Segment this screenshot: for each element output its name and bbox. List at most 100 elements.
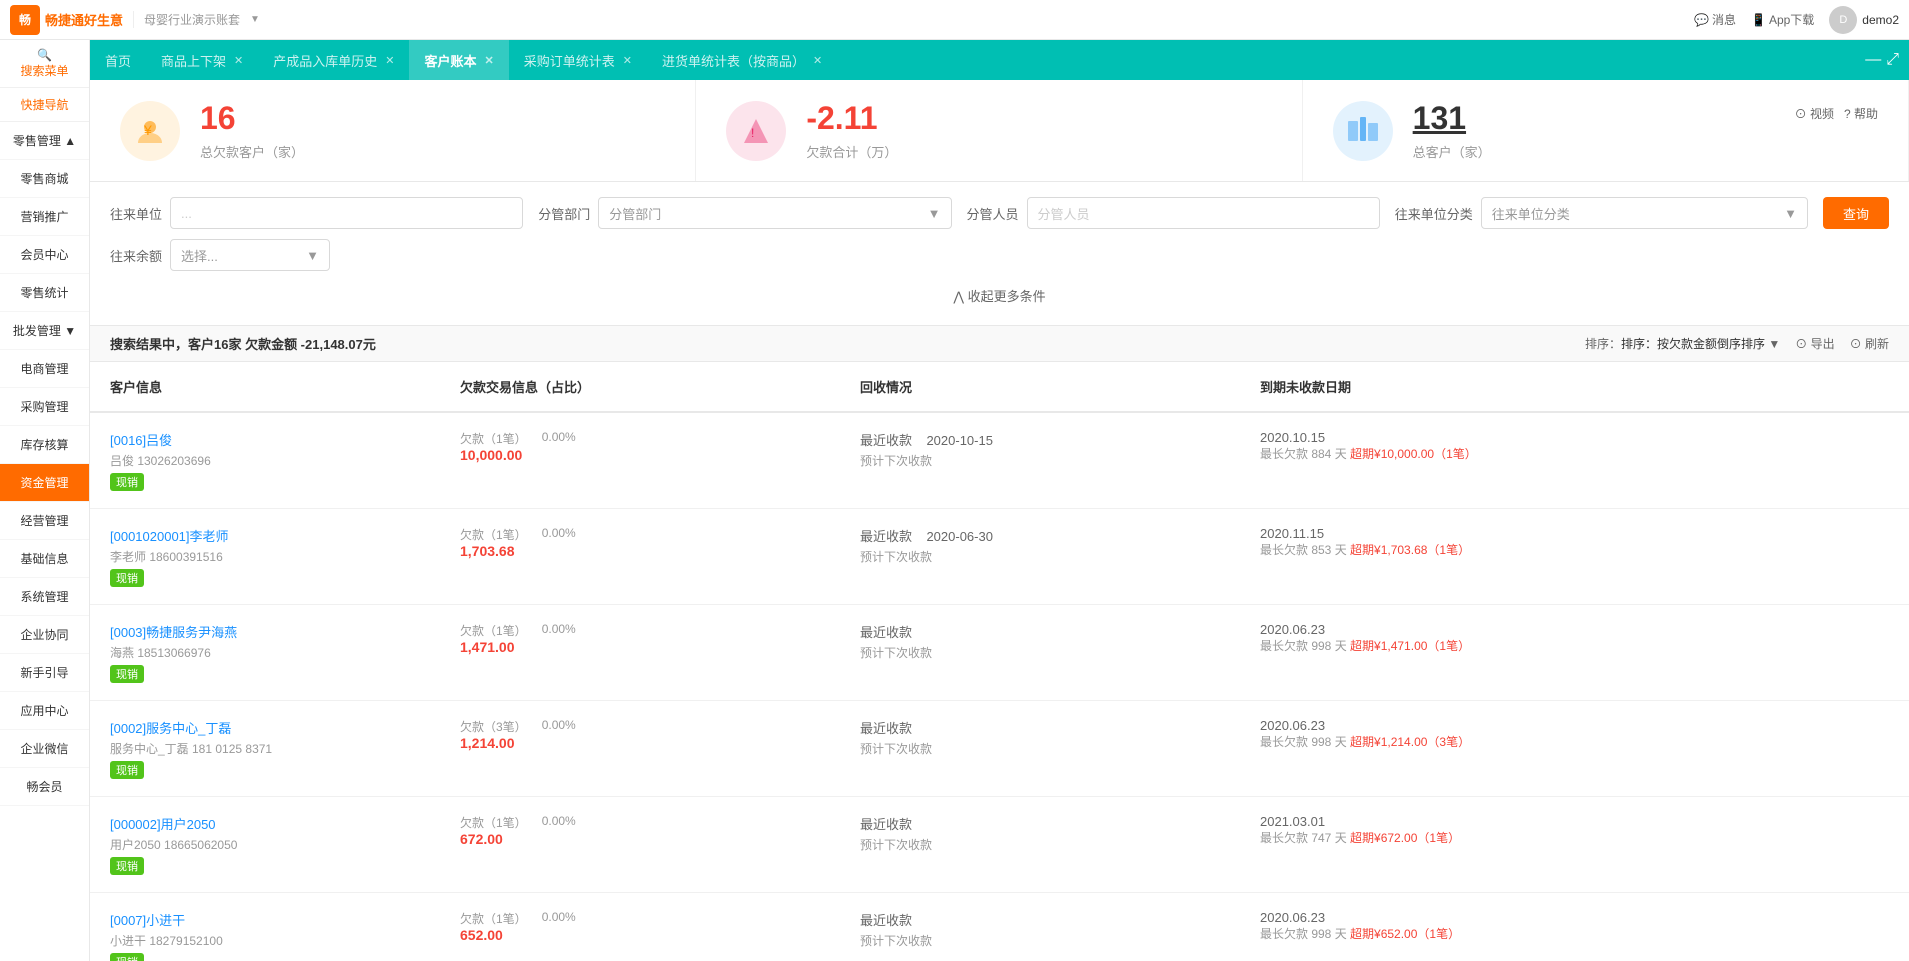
- tab-product-history-close[interactable]: ✕: [385, 54, 394, 67]
- svg-text:¥: ¥: [143, 122, 152, 138]
- tab-purchase-order[interactable]: 采购订单统计表 ✕: [509, 40, 647, 80]
- ecommerce-label: 电商管理: [20, 362, 68, 376]
- logo-area: 畅 畅捷通好生意: [10, 5, 123, 35]
- sidebar-item-app-center[interactable]: 应用中心: [0, 692, 89, 730]
- overdue-amount[interactable]: 超期¥652.00（1笔）: [1350, 927, 1460, 941]
- tab-product-shelf[interactable]: 商品上下架 ✕: [146, 40, 258, 80]
- filter-collapse-btn[interactable]: ⋀ 收起更多条件: [110, 281, 1889, 310]
- overdue-col: 2020.06.23 最长欠款 998 天 超期¥652.00（1笔）: [1260, 905, 1889, 961]
- partner-input[interactable]: ...: [170, 197, 523, 229]
- recover-date: 最近收款 2020-10-15: [860, 430, 1260, 449]
- debt-amount-val: 1,214.00: [460, 735, 527, 751]
- debt-customers-number: 16: [200, 100, 665, 137]
- tab-customer-account[interactable]: 客户账本 ✕: [409, 40, 508, 80]
- filter-item-partner: 往来单位 ...: [110, 197, 523, 229]
- quick-nav-btn[interactable]: 快捷导航: [0, 88, 89, 122]
- customer-name-link[interactable]: [0002]服务中心_丁磊: [110, 718, 460, 737]
- customer-info-col: [0007]小进干 小进干 18279152100 现销: [110, 905, 460, 961]
- message-btn[interactable]: 💬 消息: [1694, 11, 1736, 28]
- stat-card-actions: ⊙ 视频 ? 帮助: [1795, 100, 1878, 122]
- customer-phone: 李老师 18600391516: [110, 548, 460, 565]
- overdue-amount[interactable]: 超期¥1,214.00（3笔）: [1350, 735, 1470, 749]
- help-btn[interactable]: ? 帮助: [1844, 105, 1878, 122]
- overdue-col: 2020.10.15 最长欠款 884 天 超期¥10,000.00（1笔）: [1260, 425, 1889, 496]
- sidebar-item-basic-info[interactable]: 基础信息: [0, 540, 89, 578]
- tab-product-shelf-close[interactable]: ✕: [234, 54, 243, 67]
- sidebar-item-vip-member[interactable]: 畅会员: [0, 768, 89, 806]
- filter-area: 往来单位 ... 分管部门 分管部门 ▼ 分管人员: [90, 182, 1909, 326]
- partner-class-input[interactable]: 往来单位分类 ▼: [1481, 197, 1808, 229]
- new-guide-label: 新手引导: [20, 666, 68, 680]
- filter-item-partner-class: 往来单位分类 往来单位分类 ▼: [1395, 197, 1808, 229]
- sidebar-item-batch-mgmt[interactable]: 批发管理 ▼: [0, 312, 89, 350]
- purchase-mgmt-label: 采购管理: [20, 400, 68, 414]
- customer-name-link[interactable]: [000002]用户2050: [110, 814, 460, 833]
- sidebar-item-member[interactable]: 会员中心: [0, 236, 89, 274]
- user-avatar[interactable]: D demo2: [1829, 6, 1899, 34]
- search-menu-btn[interactable]: 🔍 搜索菜单: [0, 40, 89, 88]
- export-btn[interactable]: ⊙ 导出: [1795, 335, 1834, 352]
- refresh-btn[interactable]: ⊙ 刷新: [1850, 335, 1889, 352]
- debt-note: 欠款（1笔）: [460, 910, 527, 927]
- sidebar-item-enterprise-wechat[interactable]: 企业微信: [0, 730, 89, 768]
- customer-name-link[interactable]: [0003]畅捷服务尹海燕: [110, 622, 460, 641]
- balance-input[interactable]: 选择... ▼: [170, 239, 330, 271]
- tabs-minimize-btn[interactable]: —: [1865, 51, 1881, 69]
- overdue-col: 2021.03.01 最长欠款 747 天 超期¥672.00（1笔）: [1260, 809, 1889, 880]
- overdue-col: 2020.06.23 最长欠款 998 天 超期¥1,471.00（1笔）: [1260, 617, 1889, 688]
- search-btn[interactable]: 查询: [1823, 197, 1889, 229]
- sidebar-item-enterprise-collab[interactable]: 企业协同: [0, 616, 89, 654]
- overdue-amount[interactable]: 超期¥1,703.68（1笔）: [1350, 543, 1470, 557]
- tab-purchase-order-close[interactable]: ✕: [623, 54, 632, 67]
- col-header-customer: 客户信息: [110, 372, 460, 401]
- tab-purchase-stats[interactable]: 进货单统计表（按商品） ✕: [647, 40, 837, 80]
- sidebar-item-system-mgmt[interactable]: 系统管理: [0, 578, 89, 616]
- tab-product-history[interactable]: 产成品入库单历史 ✕: [258, 40, 409, 80]
- sidebar-item-ecommerce[interactable]: 电商管理: [0, 350, 89, 388]
- table-row: [000002]用户2050 用户2050 18665062050 现销 欠款（…: [90, 797, 1909, 893]
- sidebar-item-inventory[interactable]: 库存核算: [0, 426, 89, 464]
- customer-badge: 现销: [110, 569, 144, 587]
- overdue-amount[interactable]: 超期¥1,471.00（1笔）: [1350, 639, 1470, 653]
- app-download-btn[interactable]: 📱 App下载: [1751, 11, 1814, 28]
- main-layout: 🔍 搜索菜单 快捷导航 零售管理 ▲ 零售商城 营销推广 会员中心 零售统计 批…: [0, 40, 1909, 961]
- table-row: [0003]畅捷服务尹海燕 海燕 18513066976 现销 欠款（1笔） 1…: [90, 605, 1909, 701]
- export-icon: ⊙: [1795, 337, 1807, 351]
- overdue-amount[interactable]: 超期¥10,000.00（1笔）: [1350, 447, 1477, 461]
- tab-home[interactable]: 首页: [90, 40, 146, 80]
- stat-card-total-customers: 131 总客户（家） ⊙ 视频 ? 帮助: [1303, 80, 1909, 181]
- debt-amount-number: -2.11: [806, 100, 1271, 137]
- overdue-days: 最长欠款 853 天 超期¥1,703.68（1笔）: [1260, 541, 1889, 558]
- recover-next: 预计下次收款: [860, 932, 1260, 949]
- content-area: ¥ 16 总欠款客户（家） !: [90, 80, 1909, 961]
- result-info: 搜索结果中，客户16家 欠款金额 -21,148.07元: [110, 334, 376, 353]
- overdue-amount[interactable]: 超期¥672.00（1笔）: [1350, 831, 1460, 845]
- tab-customer-account-close[interactable]: ✕: [485, 54, 494, 67]
- tab-purchase-stats-close[interactable]: ✕: [813, 54, 822, 67]
- stat-card-debt-amount: ! -2.11 欠款合计（万）: [696, 80, 1302, 181]
- recover-date: 最近收款: [860, 814, 1260, 833]
- sidebar-item-new-guide[interactable]: 新手引导: [0, 654, 89, 692]
- sidebar-item-retail-mall[interactable]: 零售商城: [0, 160, 89, 198]
- dept-input[interactable]: 分管部门 ▼: [598, 197, 951, 229]
- customer-name-link[interactable]: [0016]吕俊: [110, 430, 460, 449]
- sidebar-item-operations[interactable]: 经营管理: [0, 502, 89, 540]
- customer-name-link[interactable]: [0001020001]李老师: [110, 526, 460, 545]
- customer-badge: 现销: [110, 953, 144, 961]
- person-input[interactable]: 分管人员: [1027, 197, 1380, 229]
- sidebar-item-marketing[interactable]: 营销推广: [0, 198, 89, 236]
- sidebar-item-retail-mgmt[interactable]: 零售管理 ▲: [0, 122, 89, 160]
- sidebar-item-retail-stats[interactable]: 零售统计: [0, 274, 89, 312]
- customer-info-col: [0002]服务中心_丁磊 服务中心_丁磊 181 0125 8371 现销: [110, 713, 460, 784]
- debt-amount-val: 10,000.00: [460, 447, 527, 463]
- debt-ratio: 0.00%: [542, 622, 576, 636]
- fund-mgmt-label: 资金管理: [20, 476, 68, 490]
- tabs-maximize-btn[interactable]: ⤢: [1886, 51, 1899, 69]
- sort-arrow-icon[interactable]: ▼: [1768, 337, 1780, 351]
- sidebar-item-fund-mgmt[interactable]: 资金管理: [0, 464, 89, 502]
- sidebar-item-purchase-mgmt[interactable]: 采购管理: [0, 388, 89, 426]
- recover-date: 最近收款: [860, 910, 1260, 929]
- view-btn[interactable]: ⊙ 视频: [1795, 105, 1834, 122]
- table-row: [0016]吕俊 吕俊 13026203696 现销 欠款（1笔） 10,000…: [90, 413, 1909, 509]
- customer-name-link[interactable]: [0007]小进干: [110, 910, 460, 929]
